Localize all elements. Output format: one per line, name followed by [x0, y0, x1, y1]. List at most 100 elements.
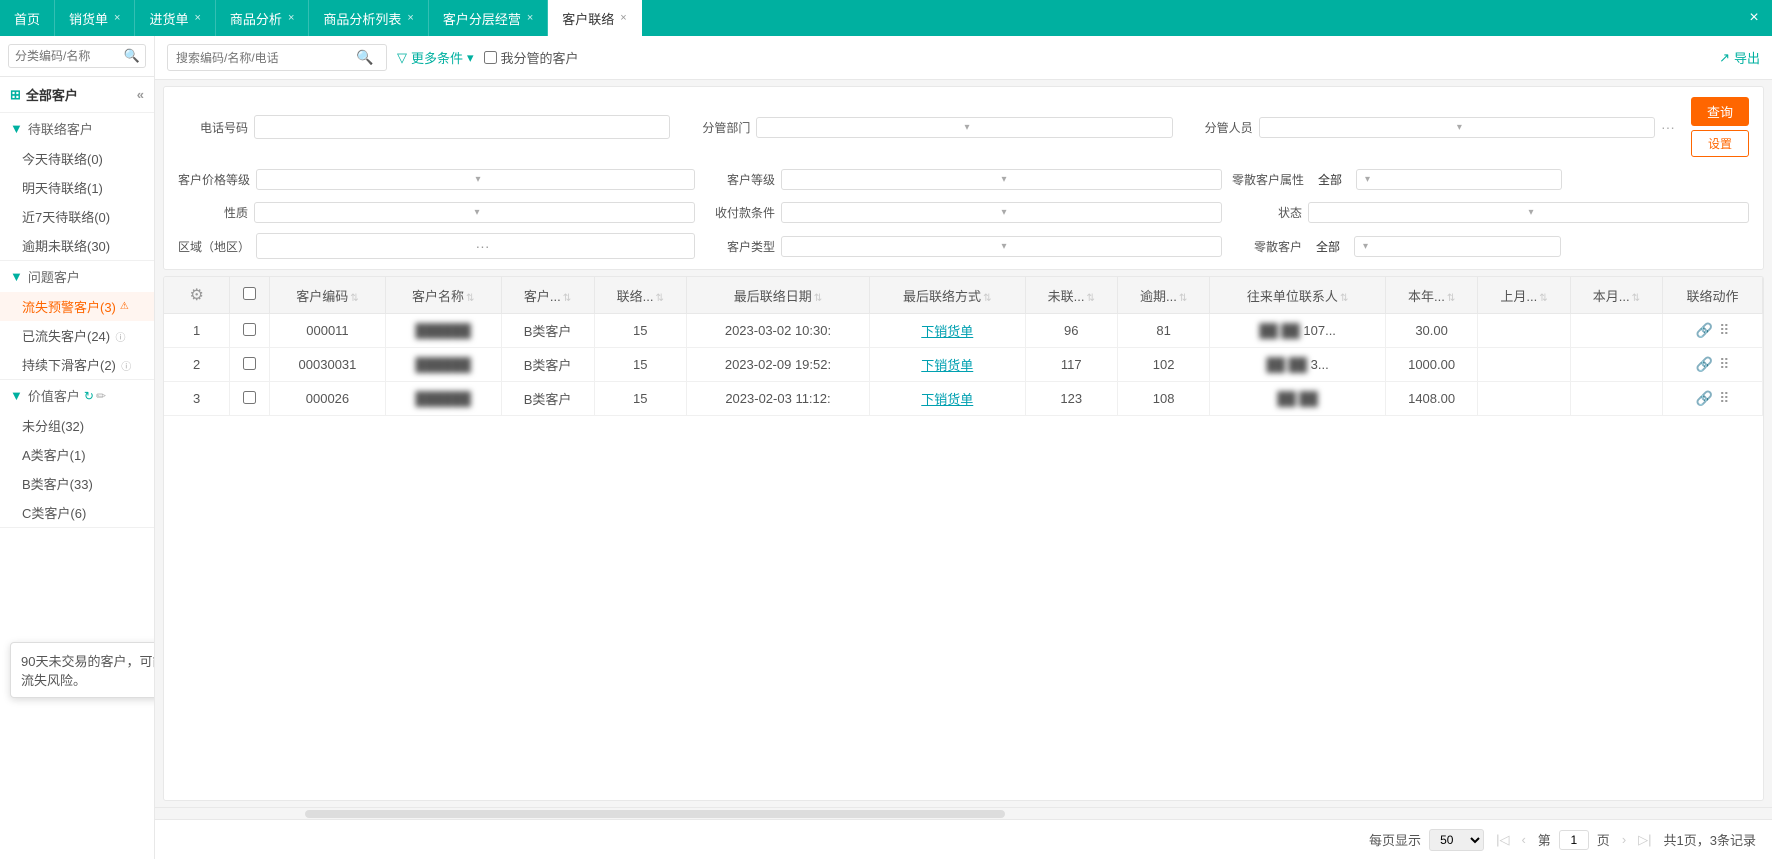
action-link-icon[interactable]: 🔗 — [1696, 322, 1713, 339]
main-layout: 🔍 ⊞ 全部客户 « ▼ 待联络客户 今天待联络(0) 明天待联络(1) 近7天… — [0, 36, 1772, 859]
sidebar-item-today[interactable]: 今天待联络(0) — [0, 144, 154, 173]
th-overdue[interactable]: 逾期...⇅ — [1117, 277, 1209, 314]
row-last-method[interactable]: 下销货单 — [869, 382, 1025, 416]
tab-close-customer-contact[interactable]: × — [620, 12, 626, 24]
filter-input-phone[interactable] — [254, 115, 670, 139]
sidebar-item-tomorrow[interactable]: 明天待联络(1) — [0, 173, 154, 202]
filter-payment: 收付款条件 ▾ — [705, 202, 1222, 223]
sidebar-item-b-class[interactable]: B类客户(33) — [0, 469, 154, 498]
tab-purchase-order[interactable]: 进货单 × — [135, 0, 215, 36]
tab-bar: 首页 销货单 × 进货单 × 商品分析 × 商品分析列表 × 客户分层经营 × … — [0, 0, 1772, 36]
row-check[interactable] — [243, 323, 256, 336]
export-button[interactable]: ↗ 导出 — [1719, 48, 1760, 67]
table-settings-header[interactable]: ⚙ — [164, 277, 230, 314]
sidebar-item-overdue[interactable]: 逾期未联络(30) — [0, 231, 154, 260]
filter-select-status[interactable]: ▾ — [1308, 202, 1749, 223]
scrollbar-thumb[interactable] — [305, 810, 1005, 818]
action-more-icon[interactable]: ⠿ — [1719, 356, 1729, 373]
sidebar-item-a-class[interactable]: A类客户(1) — [0, 440, 154, 469]
filter-select-nature[interactable]: ▾ — [254, 202, 695, 223]
page-first-btn[interactable]: |◁ — [1492, 830, 1513, 850]
sidebar-search-wrap: 🔍 — [0, 36, 154, 77]
row-check[interactable] — [243, 391, 256, 404]
row-last-method[interactable]: 下销货单 — [869, 348, 1025, 382]
th-this-month[interactable]: 本月...⇅ — [1570, 277, 1662, 314]
action-more-icon[interactable]: ⠿ — [1719, 322, 1729, 339]
sidebar-group-header-value[interactable]: ▼ 价值客户 ↻ ✏ — [0, 380, 154, 411]
filter-select-retail-attr[interactable]: ▾ — [1356, 169, 1561, 190]
edit-icon-value[interactable]: ✏ — [96, 389, 106, 403]
horizontal-scrollbar[interactable] — [155, 807, 1772, 819]
tab-product-analysis[interactable]: 商品分析 × — [216, 0, 309, 36]
sidebar-all-customers[interactable]: ⊞ 全部客户 « — [0, 77, 154, 113]
page-prev-btn[interactable]: ‹ — [1517, 830, 1529, 849]
sidebar-item-lost-customers[interactable]: 已流失客户(24) ⓘ — [0, 321, 154, 350]
filter-select-region[interactable]: ··· — [256, 233, 695, 259]
tab-product-analysis-list[interactable]: 商品分析列表 × — [309, 0, 428, 36]
tab-sales-order[interactable]: 销货单 × — [55, 0, 135, 36]
chevron-level-icon: ▾ — [1002, 174, 1214, 185]
th-type[interactable]: 客户...⇅ — [501, 277, 594, 314]
th-last-date[interactable]: 最后联络日期⇅ — [686, 277, 869, 314]
more-conditions-btn[interactable]: ▽ 更多条件 ▾ — [397, 48, 474, 67]
tab-close-product-analysis[interactable]: × — [288, 12, 294, 24]
row-checkbox[interactable] — [230, 348, 270, 382]
th-last-month[interactable]: 上月...⇅ — [1478, 277, 1570, 314]
table-settings-icon[interactable]: ⚙ — [181, 283, 211, 308]
th-last-method[interactable]: 最后联络方式⇅ — [869, 277, 1025, 314]
my-customers-checkbox[interactable] — [484, 51, 497, 64]
sidebar-collapse-btn[interactable]: « — [137, 87, 144, 102]
row-checkbox[interactable] — [230, 314, 270, 348]
action-link-icon[interactable]: 🔗 — [1696, 356, 1713, 373]
window-close-button[interactable]: × — [1736, 0, 1772, 36]
row-last-method[interactable]: 下销货单 — [869, 314, 1025, 348]
query-button[interactable]: 查询 — [1691, 97, 1749, 126]
tab-close-sales-order[interactable]: × — [114, 12, 120, 24]
th-contact[interactable]: 联络...⇅ — [594, 277, 686, 314]
row-checkbox[interactable] — [230, 382, 270, 416]
sidebar-item-ungrouped[interactable]: 未分组(32) — [0, 411, 154, 440]
th-contact-person[interactable]: 往来单位联系人⇅ — [1210, 277, 1386, 314]
tab-customer-contact[interactable]: 客户联络 × — [548, 0, 641, 36]
tab-close-customer-tier[interactable]: × — [527, 12, 533, 24]
filter-select-price-level[interactable]: ▾ — [256, 169, 695, 190]
settings-button[interactable]: 设置 — [1691, 130, 1749, 157]
search-button[interactable]: 🔍 — [356, 49, 373, 66]
action-more-icon[interactable]: ⠿ — [1719, 390, 1729, 407]
sidebar-item-declining[interactable]: 持续下滑客户(2) ⓘ — [0, 350, 154, 379]
th-name[interactable]: 客户名称⇅ — [385, 277, 501, 314]
filter-select-customer-type[interactable]: ▾ — [781, 236, 1222, 257]
page-next-btn[interactable]: › — [1618, 830, 1630, 849]
sidebar-item-c-class[interactable]: C类客户(6) — [0, 498, 154, 527]
row-check[interactable] — [243, 357, 256, 370]
sidebar-group-header-problem[interactable]: ▼ 问题客户 — [0, 261, 154, 292]
filter-select-retail-customer[interactable]: ▾ — [1354, 236, 1560, 257]
th-not-contacted[interactable]: 未联...⇅ — [1025, 277, 1117, 314]
filter-person: 分管人员 ▾ ··· — [1183, 117, 1675, 138]
sidebar-item-churn-warning[interactable]: 流失预警客户(3) ⚠ — [0, 292, 154, 321]
page-last-btn[interactable]: ▷| — [1634, 830, 1655, 850]
page-number-input[interactable] — [1559, 830, 1589, 850]
sidebar-search-icon: 🔍 — [124, 48, 140, 64]
th-annual[interactable]: 本年...⇅ — [1385, 277, 1477, 314]
filter-select-person[interactable]: ▾ — [1259, 117, 1655, 138]
filter-price-level: 客户价格等级 ▾ — [178, 169, 695, 190]
tab-close-purchase-order[interactable]: × — [194, 12, 200, 24]
filter-select-customer-level[interactable]: ▾ — [781, 169, 1222, 190]
filter-select-payment[interactable]: ▾ — [781, 202, 1222, 223]
per-page-select[interactable]: 50 100 200 — [1429, 829, 1484, 851]
table-checkbox-header[interactable] — [230, 277, 270, 314]
tab-close-product-list[interactable]: × — [407, 12, 413, 24]
action-link-icon[interactable]: 🔗 — [1696, 390, 1713, 407]
search-input[interactable] — [176, 51, 356, 65]
tab-customer-tier[interactable]: 客户分层经营 × — [429, 0, 548, 36]
select-all-checkbox[interactable] — [243, 287, 256, 300]
filter-more-person[interactable]: ··· — [1661, 119, 1675, 135]
sidebar-group-header-pending[interactable]: ▼ 待联络客户 — [0, 113, 154, 144]
filter-more-region[interactable]: ··· — [476, 238, 687, 254]
refresh-icon-value[interactable]: ↻ — [84, 389, 94, 403]
sidebar-item-7days[interactable]: 近7天待联络(0) — [0, 202, 154, 231]
filter-select-dept[interactable]: ▾ — [756, 117, 1172, 138]
th-code[interactable]: 客户编码⇅ — [270, 277, 386, 314]
tab-home[interactable]: 首页 — [0, 0, 55, 36]
